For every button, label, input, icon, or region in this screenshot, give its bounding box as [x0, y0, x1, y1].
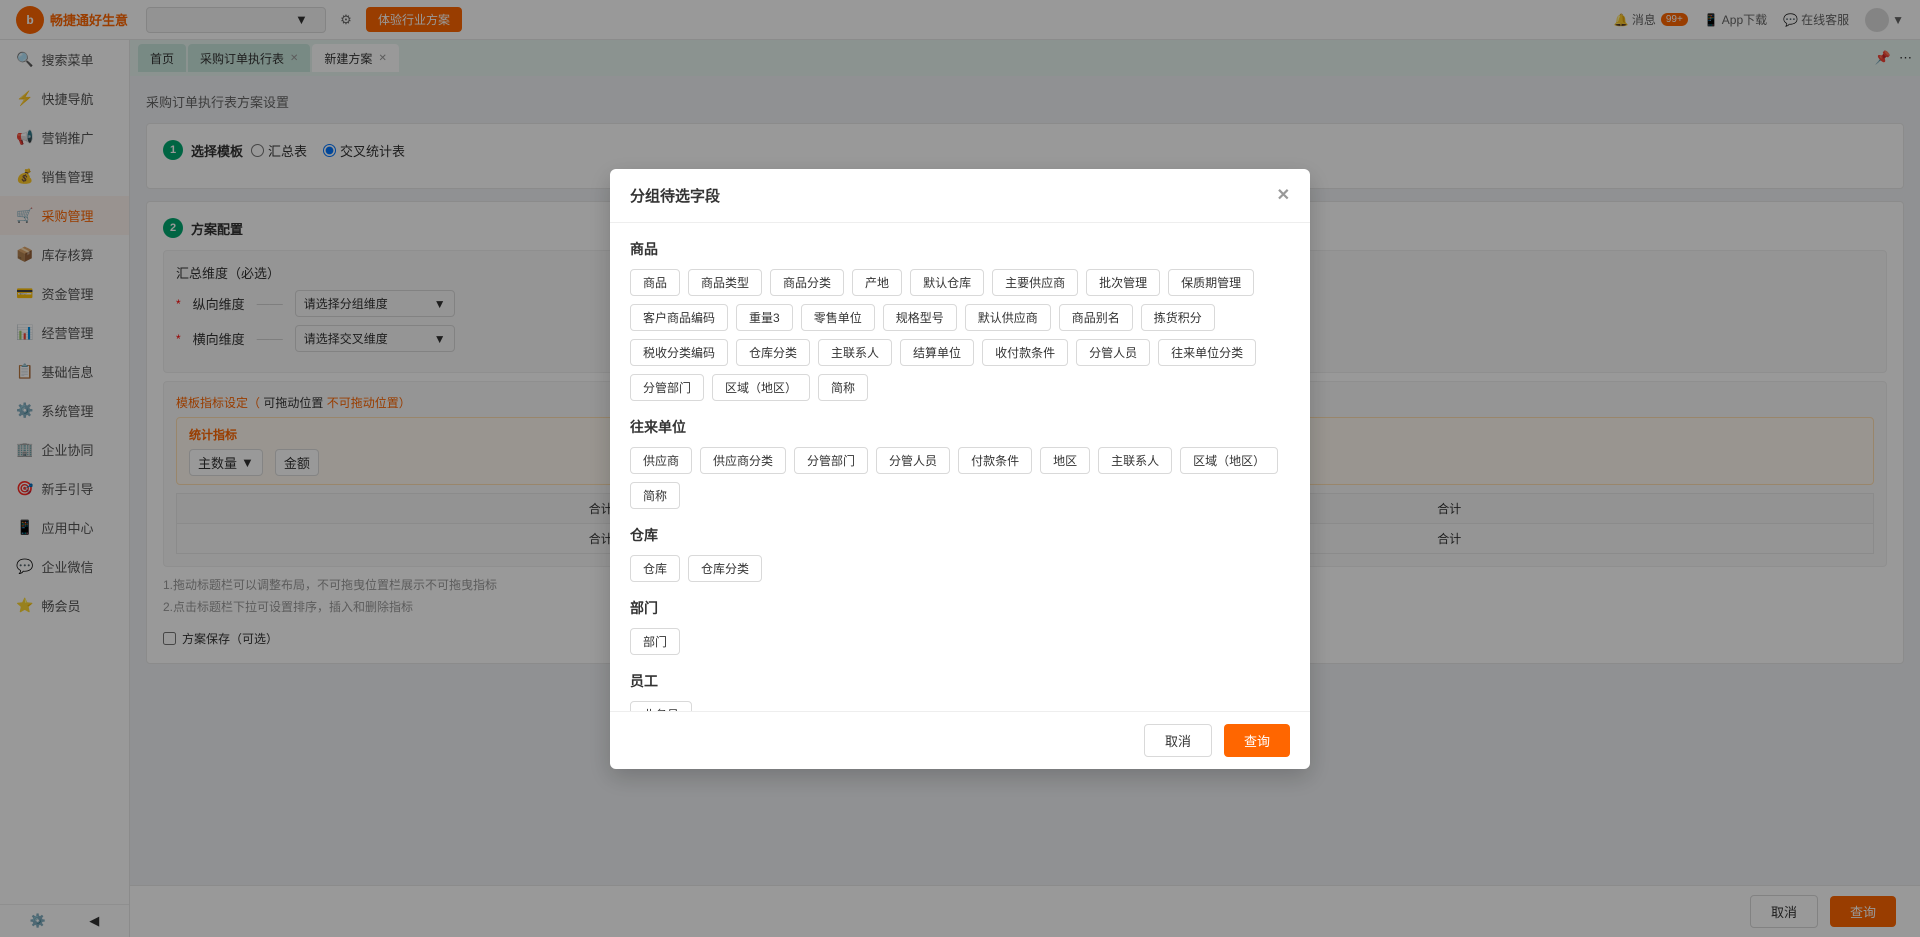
field-tag[interactable]: 简称	[818, 374, 868, 401]
field-tag[interactable]: 默认供应商	[965, 304, 1051, 331]
field-tag[interactable]: 仓库分类	[688, 555, 762, 582]
employee-tags: 业务员	[630, 701, 1290, 711]
modal-header: 分组待选字段 ✕	[610, 169, 1310, 223]
section-title-warehouse: 仓库	[630, 525, 1290, 545]
field-tag[interactable]: 商品分类	[770, 269, 844, 296]
field-tag[interactable]: 税收分类编码	[630, 339, 728, 366]
field-tag[interactable]: 默认仓库	[910, 269, 984, 296]
product-tags: 商品商品类型商品分类产地默认仓库主要供应商批次管理保质期管理客户商品编码重量3 零…	[630, 269, 1290, 401]
section-title-product: 商品	[630, 239, 1290, 259]
modal-footer: 取消 查询	[610, 711, 1310, 769]
modal-close-button[interactable]: ✕	[1277, 185, 1290, 205]
field-tag[interactable]: 重量3	[736, 304, 793, 331]
department-tags: 部门	[630, 628, 1290, 655]
field-selection-modal: 分组待选字段 ✕ 商品 商品商品类型商品分类产地默认仓库主要供应商批次管理保质期…	[610, 169, 1310, 769]
field-tag[interactable]: 分管部门	[630, 374, 704, 401]
field-tag[interactable]: 主联系人	[1098, 447, 1172, 474]
field-tag[interactable]: 分管人员	[1076, 339, 1150, 366]
field-tag[interactable]: 产地	[852, 269, 902, 296]
field-tag[interactable]: 客户商品编码	[630, 304, 728, 331]
field-tag[interactable]: 往来单位分类	[1158, 339, 1256, 366]
field-tag[interactable]: 商品类型	[688, 269, 762, 296]
warehouse-tags: 仓库仓库分类	[630, 555, 1290, 582]
field-tag[interactable]: 仓库	[630, 555, 680, 582]
modal-body: 商品 商品商品类型商品分类产地默认仓库主要供应商批次管理保质期管理客户商品编码重…	[610, 223, 1310, 711]
field-tag[interactable]: 结算单位	[900, 339, 974, 366]
field-tag[interactable]: 分管人员	[876, 447, 950, 474]
field-tag[interactable]: 批次管理	[1086, 269, 1160, 296]
field-tag[interactable]: 商品	[630, 269, 680, 296]
section-title-department: 部门	[630, 598, 1290, 618]
partner-tags: 供应商供应商分类分管部门分管人员付款条件地区主联系人区域（地区） 简称	[630, 447, 1290, 509]
modal-cancel-button[interactable]: 取消	[1144, 724, 1212, 757]
modal-title: 分组待选字段	[630, 185, 720, 206]
field-tag[interactable]: 分管部门	[794, 447, 868, 474]
field-tag[interactable]: 零售单位	[801, 304, 875, 331]
field-tag[interactable]: 区域（地区）	[712, 374, 810, 401]
field-tag[interactable]: 仓库分类	[736, 339, 810, 366]
modal-confirm-button[interactable]: 查询	[1224, 724, 1290, 757]
field-tag[interactable]: 收付款条件	[982, 339, 1068, 366]
field-tag[interactable]: 拣货积分	[1141, 304, 1215, 331]
field-tag[interactable]: 规格型号	[883, 304, 957, 331]
field-tag[interactable]: 部门	[630, 628, 680, 655]
field-tag[interactable]: 商品别名	[1059, 304, 1133, 331]
field-tag[interactable]: 保质期管理	[1168, 269, 1254, 296]
field-tag[interactable]: 供应商分类	[700, 447, 786, 474]
section-title-employee: 员工	[630, 671, 1290, 691]
section-title-partner: 往来单位	[630, 417, 1290, 437]
field-tag[interactable]: 供应商	[630, 447, 692, 474]
field-tag[interactable]: 区域（地区）	[1180, 447, 1278, 474]
field-tag[interactable]: 地区	[1040, 447, 1090, 474]
field-tag[interactable]: 业务员	[630, 701, 692, 711]
field-tag[interactable]: 简称	[630, 482, 680, 509]
field-tag[interactable]: 付款条件	[958, 447, 1032, 474]
field-tag[interactable]: 主要供应商	[992, 269, 1078, 296]
modal-overlay: 分组待选字段 ✕ 商品 商品商品类型商品分类产地默认仓库主要供应商批次管理保质期…	[0, 0, 1920, 937]
field-tag[interactable]: 主联系人	[818, 339, 892, 366]
